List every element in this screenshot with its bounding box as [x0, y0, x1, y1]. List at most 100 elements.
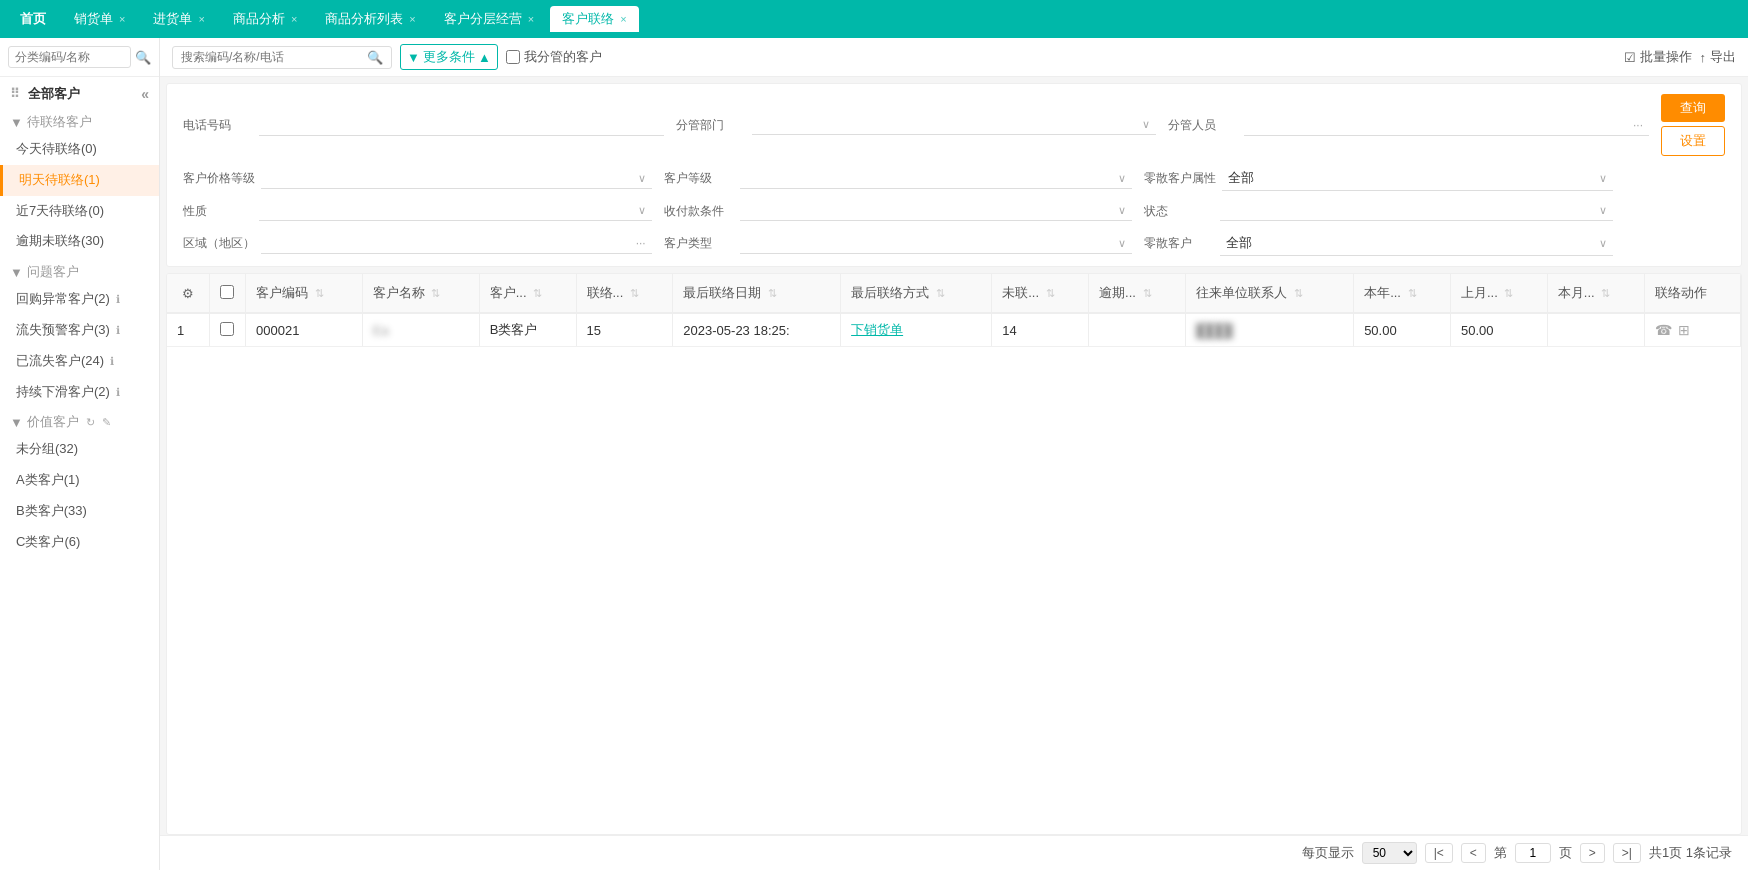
sidebar-section-title-label: ⠿ 全部客户: [10, 85, 80, 103]
th-gear: ⚙: [167, 274, 210, 313]
page-label: 第: [1494, 844, 1507, 862]
sort-icon-overdue[interactable]: ⇅: [1143, 287, 1152, 299]
gear-settings-icon[interactable]: ⚙: [177, 282, 199, 304]
sort-icon-lastmonth[interactable]: ⇅: [1504, 287, 1513, 299]
th-last-method: 最后联络方式 ⇅: [841, 274, 992, 313]
phone-action-icon[interactable]: ☎: [1655, 322, 1672, 338]
row-customer-type: B类客户: [479, 313, 576, 347]
customer-level-arrow: ∨: [1118, 172, 1126, 185]
sidebar-collapse-btn[interactable]: «: [141, 86, 149, 102]
sidebar-item-churned[interactable]: 已流失客户(24) ℹ: [0, 346, 159, 377]
close-tab-analysis-list[interactable]: ×: [409, 13, 415, 25]
sort-icon-type[interactable]: ⇅: [533, 287, 542, 299]
last-method-link[interactable]: 下销货单: [851, 322, 903, 337]
region-more-btn[interactable]: ···: [636, 236, 646, 250]
per-page-select[interactable]: 50 100 200: [1362, 842, 1417, 864]
close-tab-customer-ops[interactable]: ×: [528, 13, 534, 25]
sort-icon-uncontacted[interactable]: ⇅: [1046, 287, 1055, 299]
more-conditions-btn[interactable]: ▼ 更多条件 ▲: [400, 44, 498, 70]
close-tab-analysis[interactable]: ×: [291, 13, 297, 25]
filter-nature-select[interactable]: ∨: [259, 201, 652, 221]
nav-tab-sales[interactable]: 销货单 ×: [62, 6, 137, 32]
th-last-month: 上月... ⇅: [1450, 274, 1547, 313]
next-page-btn[interactable]: >: [1580, 843, 1605, 863]
my-customers-checkbox[interactable]: [506, 50, 520, 64]
sidebar-item-overdue[interactable]: 逾期未联络(30): [0, 226, 159, 257]
sidebar: 🔍 ⠿ 全部客户 « ▼ 待联络客户 今天待联络(0) 明天待联络(1) 近7天…: [0, 38, 160, 870]
sidebar-item-declining[interactable]: 持续下滑客户(2) ℹ: [0, 377, 159, 408]
sort-icon-year[interactable]: ⇅: [1408, 287, 1417, 299]
all-customers-section: ⠿ 全部客户 «: [0, 77, 159, 107]
sidebar-item-ungrouped[interactable]: 未分组(32): [0, 434, 159, 465]
filter-customer-type-select[interactable]: ∨: [740, 234, 1133, 254]
sidebar-item-abnormal[interactable]: 回购异常客户(2) ℹ: [0, 284, 159, 315]
filter-price-level-select[interactable]: ∨: [261, 169, 652, 189]
filter-region-select[interactable]: ···: [261, 233, 652, 254]
page-number-input[interactable]: [1515, 843, 1551, 863]
manager-more-btn[interactable]: ···: [1633, 118, 1643, 132]
sort-icon-person[interactable]: ⇅: [1294, 287, 1303, 299]
query-button[interactable]: 查询: [1661, 94, 1725, 122]
scatter-attr-arrow: ∨: [1599, 172, 1607, 185]
filter-customer-level-select[interactable]: ∨: [740, 169, 1133, 189]
filter-scatter-attr-label: 零散客户属性: [1144, 170, 1216, 187]
filter-payment-select[interactable]: ∨: [740, 201, 1133, 221]
sidebar-item-class-a[interactable]: A类客户(1): [0, 465, 159, 496]
th-this-month: 本月... ⇅: [1547, 274, 1644, 313]
sidebar-item-class-c[interactable]: C类客户(6): [0, 527, 159, 558]
info-icon-abnormal: ℹ: [116, 293, 120, 305]
sidebar-search-icon[interactable]: 🔍: [135, 50, 151, 65]
filter-row-3: 性质 ∨ 收付款条件 ∨ 状态: [183, 201, 1725, 221]
last-page-btn[interactable]: >|: [1613, 843, 1641, 863]
filter-icon: ▼: [407, 50, 420, 65]
set-button[interactable]: 设置: [1661, 126, 1725, 156]
row-select-checkbox[interactable]: [220, 322, 234, 336]
export-btn[interactable]: ↑ 导出: [1700, 48, 1737, 66]
filter-scatter-attr-select[interactable]: 全部 ∨: [1222, 166, 1613, 191]
sidebar-item-churn-warning[interactable]: 流失预警客户(3) ℹ: [0, 315, 159, 346]
sort-icon-date[interactable]: ⇅: [768, 287, 777, 299]
filter-phone-input[interactable]: [259, 115, 664, 136]
first-page-btn[interactable]: |<: [1425, 843, 1453, 863]
toolbar-search-icon[interactable]: 🔍: [367, 50, 383, 65]
nav-tab-analysis[interactable]: 商品分析 ×: [221, 6, 309, 32]
grid-action-icon[interactable]: ⊞: [1678, 322, 1690, 338]
filter-status-select[interactable]: ∨: [1220, 201, 1613, 221]
filter-dept-select[interactable]: ∨: [752, 115, 1157, 135]
sidebar-item-7days[interactable]: 近7天待联络(0): [0, 196, 159, 227]
sort-icon-count[interactable]: ⇅: [630, 287, 639, 299]
sort-icon-thismonth[interactable]: ⇅: [1601, 287, 1610, 299]
nav-tab-customer-ops[interactable]: 客户分层经营 ×: [432, 6, 546, 32]
close-tab-purchase[interactable]: ×: [198, 13, 204, 25]
sidebar-item-tomorrow[interactable]: 明天待联络(1): [0, 165, 159, 196]
sidebar-item-today[interactable]: 今天待联络(0): [0, 134, 159, 165]
filter-status-label: 状态: [1144, 203, 1214, 220]
my-customers-checkbox-label[interactable]: 我分管的客户: [506, 48, 602, 66]
nav-tab-analysis-list[interactable]: 商品分析列表 ×: [313, 6, 427, 32]
batch-ops-btn[interactable]: ☑ 批量操作: [1624, 48, 1692, 66]
sort-icon-method[interactable]: ⇅: [936, 287, 945, 299]
filter-scatter-select[interactable]: 全部 ∨: [1220, 231, 1613, 256]
sidebar-item-class-b[interactable]: B类客户(33): [0, 496, 159, 527]
row-checkbox: [210, 313, 246, 347]
edit-icon[interactable]: ✎: [102, 416, 111, 429]
sidebar-search-input[interactable]: [8, 46, 131, 68]
group-triangle-problem: ▼: [10, 265, 23, 280]
nav-tab-customer-contact[interactable]: 客户联络 ×: [550, 6, 638, 32]
sort-icon-name[interactable]: ⇅: [431, 287, 440, 299]
contact-person-blurred: ████: [1196, 323, 1233, 338]
close-tab-sales[interactable]: ×: [119, 13, 125, 25]
nav-tab-purchase[interactable]: 进货单 ×: [141, 6, 216, 32]
close-tab-customer-contact[interactable]: ×: [620, 13, 626, 25]
row-actions: ☎ ⊞: [1644, 313, 1740, 347]
sort-icon-code[interactable]: ⇅: [315, 287, 324, 299]
price-level-arrow: ∨: [638, 172, 646, 185]
refresh-icon[interactable]: ↻: [86, 416, 95, 429]
select-all-checkbox[interactable]: [220, 285, 234, 299]
prev-page-btn[interactable]: <: [1461, 843, 1486, 863]
nav-home[interactable]: 首页: [8, 6, 58, 32]
toolbar-search-input[interactable]: [181, 50, 367, 64]
chevron-up-icon: ▲: [478, 50, 491, 65]
nature-arrow: ∨: [638, 204, 646, 217]
filter-manager-select[interactable]: ···: [1244, 115, 1649, 136]
